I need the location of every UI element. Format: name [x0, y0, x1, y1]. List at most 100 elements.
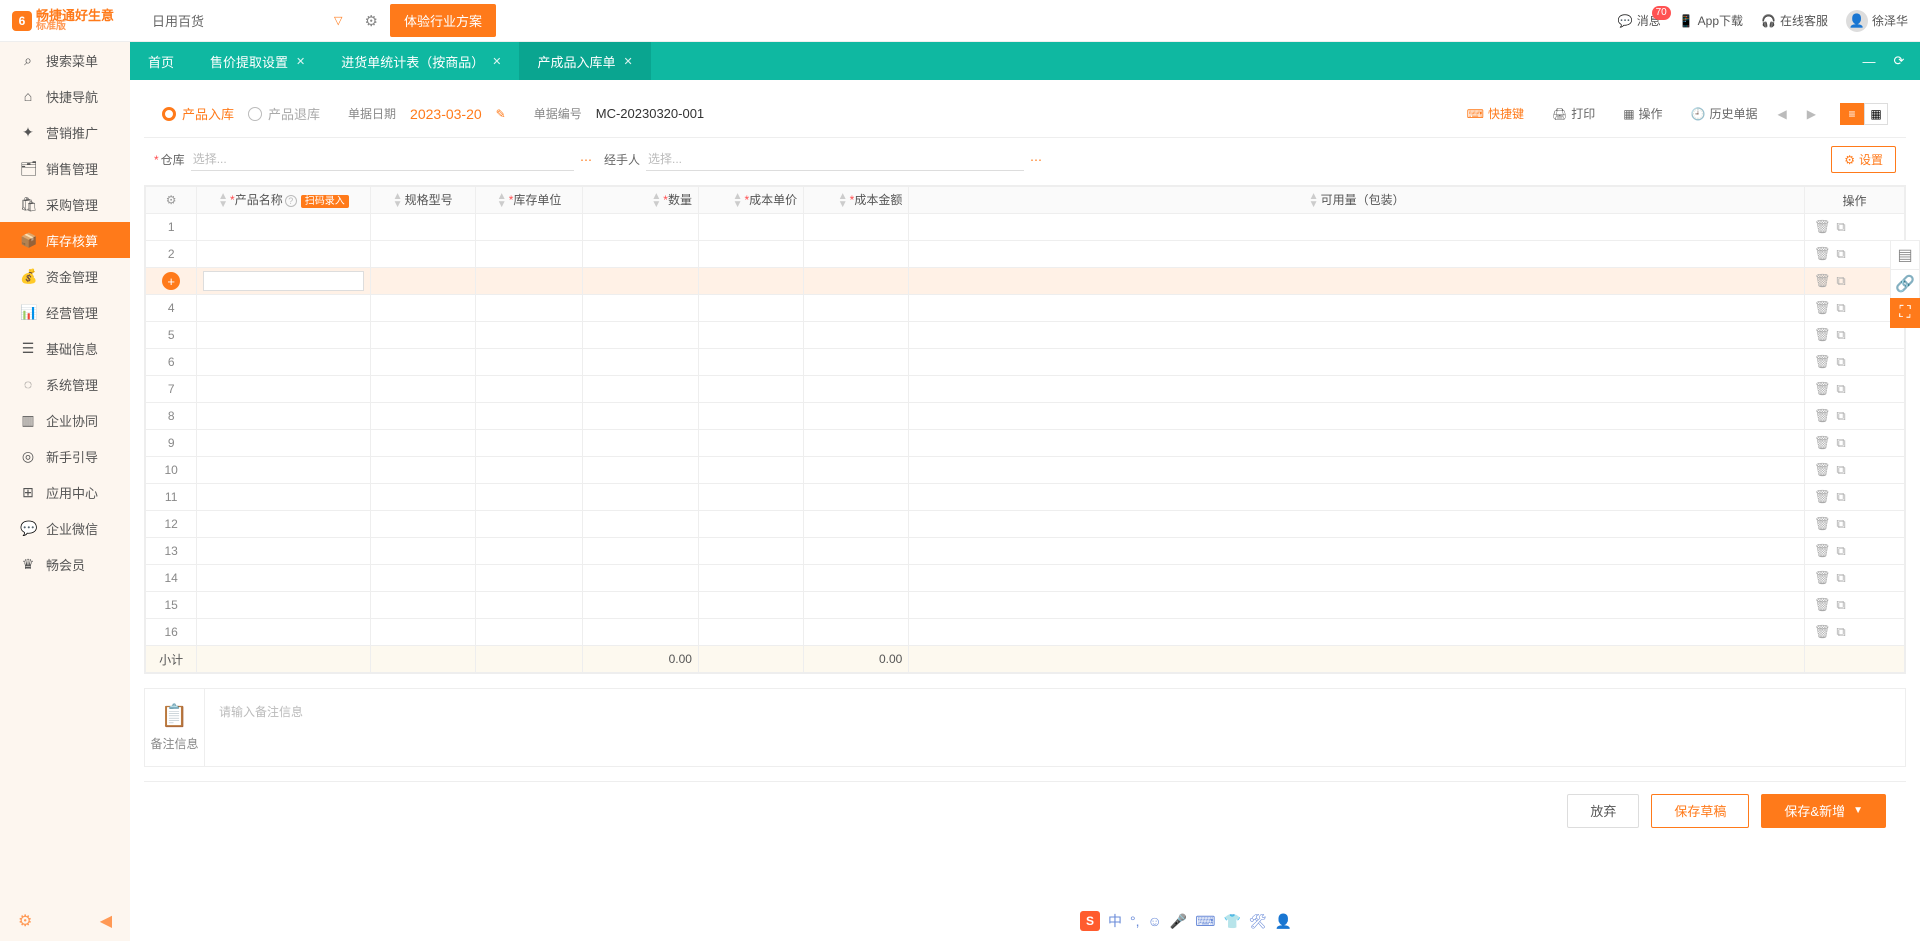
table-row[interactable]: 12🗑⧉ — [146, 511, 1905, 538]
messages-link[interactable]: 💬 消息 70 — [1618, 12, 1661, 29]
ime-punct-icon[interactable]: °, — [1130, 913, 1140, 929]
cell-qty[interactable] — [583, 268, 698, 295]
date-value[interactable]: 2023-03-20 — [410, 106, 482, 122]
sidebar-item-10[interactable]: ▥企业协同 — [0, 402, 130, 438]
cell-name[interactable] — [197, 592, 370, 619]
cell-price[interactable] — [698, 430, 803, 457]
cell-name[interactable] — [197, 430, 370, 457]
sidebar-item-1[interactable]: ⌂快捷导航 — [0, 78, 130, 114]
cell-amount[interactable] — [804, 322, 909, 349]
copy-row-icon[interactable]: ⧉ — [1836, 462, 1845, 477]
cell-amount[interactable] — [804, 619, 909, 646]
experience-plan-button[interactable]: 体验行业方案 — [390, 4, 496, 37]
sidebar-item-4[interactable]: 🛍采购管理 — [0, 186, 130, 222]
cell-qty[interactable] — [583, 592, 698, 619]
cell-unit[interactable] — [475, 214, 583, 241]
copy-row-icon[interactable]: ⧉ — [1836, 354, 1845, 369]
cell-amount[interactable] — [804, 403, 909, 430]
warehouse-lookup-icon[interactable]: ⋯ — [580, 153, 594, 167]
col-unit[interactable]: ▲▼*库存单位 — [475, 187, 583, 214]
tab-refresh-button[interactable]: ⟳ — [1886, 48, 1912, 74]
tab-2[interactable]: 进货单统计表（按商品）✕ — [323, 42, 519, 80]
cell-spec[interactable] — [370, 268, 475, 295]
cell-name[interactable] — [197, 295, 370, 322]
delete-row-icon[interactable]: 🗑 — [1814, 516, 1831, 531]
cell-spec[interactable] — [370, 214, 475, 241]
cell-name[interactable] — [197, 538, 370, 565]
cell-avail[interactable] — [909, 214, 1805, 241]
tab-0[interactable]: 首页 — [130, 42, 192, 80]
cell-unit[interactable] — [475, 538, 583, 565]
cell-amount[interactable] — [804, 430, 909, 457]
cell-spec[interactable] — [370, 457, 475, 484]
table-row[interactable]: 16🗑⧉ — [146, 619, 1905, 646]
copy-row-icon[interactable]: ⧉ — [1836, 219, 1845, 234]
collapse-icon[interactable]: ◀ — [100, 911, 112, 931]
cell-amount[interactable] — [804, 457, 909, 484]
chevron-down-icon[interactable]: ▽ — [334, 14, 342, 27]
cell-qty[interactable] — [583, 511, 698, 538]
col-qty[interactable]: ▲▼*数量 — [583, 187, 698, 214]
cell-avail[interactable] — [909, 484, 1805, 511]
copy-row-icon[interactable]: ⧉ — [1836, 570, 1845, 585]
delete-row-icon[interactable]: 🗑 — [1814, 489, 1831, 504]
cell-unit[interactable] — [475, 241, 583, 268]
table-row[interactable]: 1🗑⧉ — [146, 214, 1905, 241]
copy-row-icon[interactable]: ⧉ — [1836, 543, 1845, 558]
cell-price[interactable] — [698, 295, 803, 322]
table-row[interactable]: 5🗑⧉ — [146, 322, 1905, 349]
radio-product-out[interactable]: 产品退库 — [248, 104, 320, 123]
cell-name[interactable] — [197, 241, 370, 268]
table-row[interactable]: 4🗑⧉ — [146, 295, 1905, 322]
close-icon[interactable]: ✕ — [296, 55, 305, 68]
copy-row-icon[interactable]: ⧉ — [1836, 300, 1845, 315]
cell-amount[interactable] — [804, 214, 909, 241]
rail-btn-3[interactable]: ⛶ — [1890, 298, 1920, 328]
copy-row-icon[interactable]: ⧉ — [1836, 381, 1845, 396]
cell-price[interactable] — [698, 457, 803, 484]
tab-minimize-button[interactable]: — — [1856, 48, 1882, 74]
cell-spec[interactable] — [370, 511, 475, 538]
cell-amount[interactable] — [804, 349, 909, 376]
copy-row-icon[interactable]: ⧉ — [1836, 489, 1845, 504]
cell-unit[interactable] — [475, 430, 583, 457]
scan-tag[interactable]: 扫码录入 — [301, 195, 349, 208]
sidebar-item-8[interactable]: ☰基础信息 — [0, 330, 130, 366]
close-icon[interactable]: ✕ — [492, 55, 501, 68]
copy-row-icon[interactable]: ⧉ — [1836, 408, 1845, 423]
copy-row-icon[interactable]: ⧉ — [1836, 597, 1845, 612]
col-amount[interactable]: ▲▼*成本金额 — [804, 187, 909, 214]
delete-row-icon[interactable]: 🗑 — [1814, 435, 1831, 450]
cell-unit[interactable] — [475, 376, 583, 403]
remark-input[interactable] — [205, 689, 1905, 766]
cell-price[interactable] — [698, 619, 803, 646]
table-row[interactable]: 9🗑⧉ — [146, 430, 1905, 457]
cell-price[interactable] — [698, 376, 803, 403]
cell-name[interactable] — [197, 457, 370, 484]
cell-avail[interactable] — [909, 565, 1805, 592]
copy-row-icon[interactable]: ⧉ — [1836, 327, 1845, 342]
cell-qty[interactable] — [583, 457, 698, 484]
ime-sogou-icon[interactable]: S — [1080, 911, 1100, 931]
cell-amount[interactable] — [804, 295, 909, 322]
cell-spec[interactable] — [370, 403, 475, 430]
cell-avail[interactable] — [909, 457, 1805, 484]
cell-name[interactable] — [197, 565, 370, 592]
cell-spec[interactable] — [370, 349, 475, 376]
col-spec[interactable]: ▲▼规格型号 — [370, 187, 475, 214]
cell-spec[interactable] — [370, 592, 475, 619]
delete-row-icon[interactable]: 🗑 — [1814, 462, 1831, 477]
delete-row-icon[interactable]: 🗑 — [1814, 570, 1831, 585]
delete-row-icon[interactable]: 🗑 — [1814, 327, 1831, 342]
delete-row-icon[interactable]: 🗑 — [1814, 300, 1831, 315]
next-doc-icon[interactable]: ▶ — [1807, 107, 1816, 121]
cell-avail[interactable] — [909, 268, 1805, 295]
cell-unit[interactable] — [475, 511, 583, 538]
cell-price[interactable] — [698, 403, 803, 430]
save-draft-button[interactable]: 保存草稿 — [1651, 794, 1749, 828]
ime-smile-icon[interactable]: ☺ — [1148, 913, 1162, 929]
cell-qty[interactable] — [583, 565, 698, 592]
cell-avail[interactable] — [909, 619, 1805, 646]
cell-avail[interactable] — [909, 376, 1805, 403]
sidebar-item-14[interactable]: ♛畅会员 — [0, 546, 130, 582]
